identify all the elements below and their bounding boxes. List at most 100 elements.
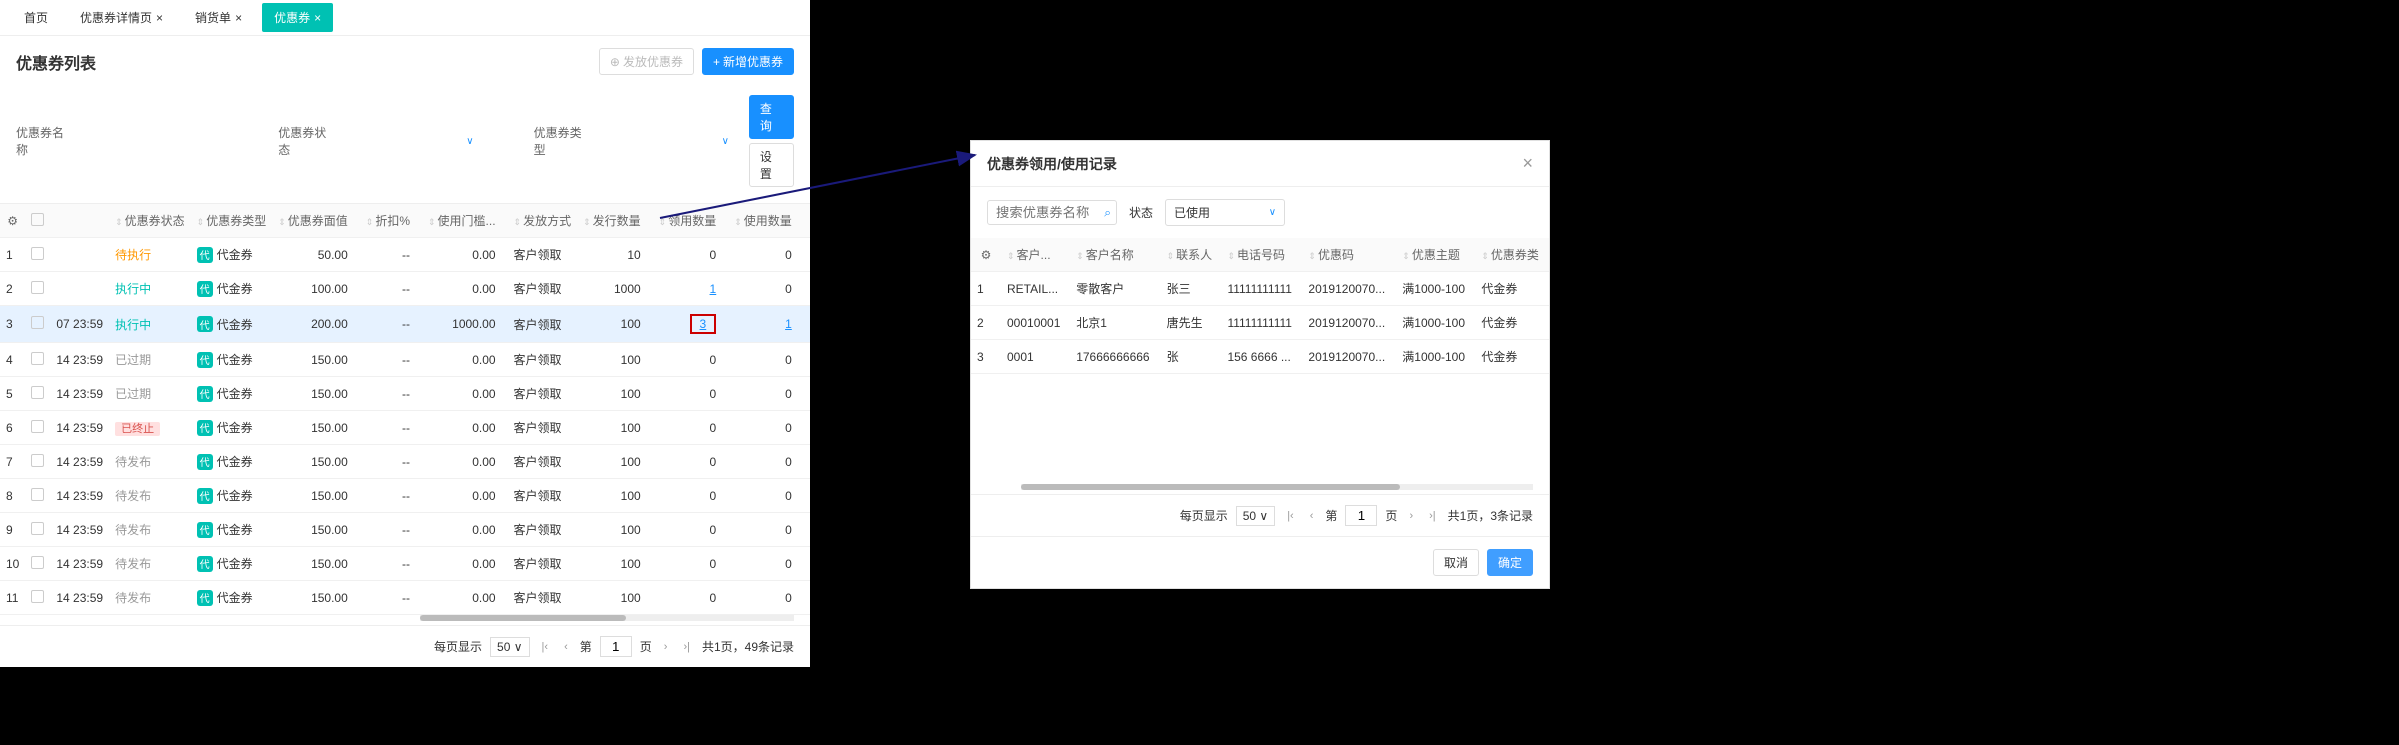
- type-cell: 代代金券: [191, 445, 273, 479]
- filter-type-select[interactable]: [596, 130, 716, 153]
- time-cell: 14 23:59: [50, 547, 109, 581]
- col-face[interactable]: 优惠券面值: [288, 214, 348, 228]
- row-checkbox[interactable]: [31, 590, 44, 603]
- add-coupon-button[interactable]: + 新增优惠券: [702, 48, 794, 75]
- table-row[interactable]: 200010001北京1唐先生111111111112019120070...满…: [971, 306, 1549, 340]
- time-cell: 14 23:59: [50, 445, 109, 479]
- table-row[interactable]: 614 23:59已终止代代金券150.00--0.00客户领取10000↗⊞: [0, 411, 810, 445]
- col-discount[interactable]: 折扣%: [375, 214, 410, 228]
- table-row[interactable]: 1114 23:59待发布代代金券150.00--0.00客户领取10000↗⊞: [0, 581, 810, 615]
- row-checkbox[interactable]: [31, 522, 44, 535]
- col-type[interactable]: 优惠券类型: [206, 214, 266, 228]
- face-cell: 150.00: [272, 377, 360, 411]
- row-checkbox[interactable]: [31, 281, 44, 294]
- table-row[interactable]: 514 23:59已过期代代金券150.00--0.00客户领取10000↗⊞: [0, 377, 810, 411]
- tab[interactable]: 销货单×: [183, 3, 254, 32]
- close-icon[interactable]: ×: [1522, 153, 1533, 174]
- tab[interactable]: 优惠券×: [262, 3, 333, 32]
- distribute-button[interactable]: ⊕ 发放优惠券: [599, 48, 694, 75]
- table-row[interactable]: 2执行中代代金券100.00--0.00客户领取100010↗⊞: [0, 272, 810, 306]
- select-all-checkbox[interactable]: [31, 213, 44, 226]
- use-link[interactable]: 1: [785, 317, 792, 331]
- row-checkbox[interactable]: [31, 420, 44, 433]
- modal-title: 优惠券领用/使用记录: [987, 154, 1117, 174]
- close-icon[interactable]: ×: [235, 11, 242, 25]
- col-cust-name[interactable]: 客户名称: [1086, 248, 1134, 262]
- col-coupon-code[interactable]: 优惠码: [1318, 248, 1354, 262]
- threshold-cell: 0.00: [422, 272, 508, 306]
- table-row[interactable]: 307 23:59执行中代代金券200.00--1000.00客户领取10031…: [0, 306, 810, 343]
- close-icon[interactable]: ×: [156, 11, 163, 25]
- first-page-button[interactable]: |‹: [1283, 510, 1298, 522]
- per-page-select[interactable]: 50 ∨: [490, 637, 530, 657]
- h-scrollbar[interactable]: [1021, 484, 1533, 490]
- gear-icon[interactable]: ⚙: [7, 214, 18, 228]
- search-icon[interactable]: ⌕: [1104, 205, 1111, 220]
- row-checkbox[interactable]: [31, 352, 44, 365]
- row-index: 2: [0, 272, 25, 306]
- table-row[interactable]: 814 23:59待发布代代金券150.00--0.00客户领取10000↗⊞: [0, 479, 810, 513]
- row-checkbox[interactable]: [31, 454, 44, 467]
- h-scrollbar[interactable]: [420, 615, 794, 621]
- type-cell: 代代金券: [191, 411, 273, 445]
- tab[interactable]: 首页: [12, 3, 60, 32]
- table-row[interactable]: 1014 23:59待发布代代金券150.00--0.00客户领取10000↗⊞: [0, 547, 810, 581]
- search-input[interactable]: [987, 200, 1117, 225]
- method-cell: 客户领取: [508, 411, 578, 445]
- claim-link[interactable]: 3: [700, 317, 707, 331]
- cell-topic: 满1000-100: [1396, 272, 1475, 306]
- page-input[interactable]: [1345, 505, 1377, 526]
- close-icon[interactable]: ×: [314, 11, 321, 25]
- gear-icon[interactable]: ⚙: [981, 248, 992, 262]
- col-status[interactable]: 优惠券状态: [125, 214, 185, 228]
- col-claim[interactable]: 领用数量: [668, 214, 716, 228]
- discount-cell: --: [360, 547, 422, 581]
- table-row[interactable]: 1RETAIL...零散客户张三111111111112019120070...…: [971, 272, 1549, 306]
- claim-link[interactable]: 1: [710, 282, 717, 296]
- state-label: 状态: [1129, 204, 1153, 221]
- prev-page-button[interactable]: ‹: [1306, 510, 1318, 522]
- last-page-button[interactable]: ›|: [1425, 510, 1440, 522]
- use-cell: 1: [728, 306, 804, 343]
- filter-name-input[interactable]: [78, 130, 198, 153]
- state-select[interactable]: 已使用 ∨: [1165, 199, 1285, 226]
- next-page-button[interactable]: ›: [1405, 510, 1417, 522]
- col-phone[interactable]: 电话号码: [1237, 248, 1285, 262]
- use-cell: 0: [728, 513, 804, 547]
- page-input[interactable]: [600, 636, 632, 657]
- time-cell: 14 23:59: [50, 343, 109, 377]
- settings-button[interactable]: 设置: [749, 143, 794, 187]
- row-checkbox[interactable]: [31, 247, 44, 260]
- next-page-button[interactable]: ›: [660, 641, 672, 653]
- table-row[interactable]: 414 23:59已过期代代金券150.00--0.00客户领取10000↗⊞: [0, 343, 810, 377]
- last-page-button[interactable]: ›|: [679, 641, 694, 653]
- cancel-button[interactable]: 取消: [1433, 549, 1479, 576]
- table-row[interactable]: 3000117666666666张156 6666 ...2019120070.…: [971, 340, 1549, 374]
- col-coupon-topic[interactable]: 优惠主题: [1412, 248, 1460, 262]
- per-page-select[interactable]: 50 ∨: [1236, 506, 1276, 526]
- row-checkbox[interactable]: [31, 386, 44, 399]
- first-page-button[interactable]: |‹: [538, 641, 553, 653]
- table-row[interactable]: 714 23:59待发布代代金券150.00--0.00客户领取10000↗⊞: [0, 445, 810, 479]
- time-cell: 14 23:59: [50, 479, 109, 513]
- method-cell: 客户领取: [508, 513, 578, 547]
- col-contact[interactable]: 联系人: [1176, 248, 1212, 262]
- query-button[interactable]: 查询: [749, 95, 794, 139]
- type-cell: 代代金券: [191, 272, 273, 306]
- filter-status-select[interactable]: [340, 130, 460, 153]
- row-checkbox[interactable]: [31, 556, 44, 569]
- row-checkbox[interactable]: [31, 488, 44, 501]
- col-issue[interactable]: 发行数量: [593, 214, 641, 228]
- col-threshold[interactable]: 使用门槛...: [438, 214, 496, 228]
- table-row[interactable]: 914 23:59待发布代代金券150.00--0.00客户领取10000↗⊞: [0, 513, 810, 547]
- col-cust-code[interactable]: 客户...: [1017, 248, 1051, 262]
- prev-page-button[interactable]: ‹: [560, 641, 572, 653]
- col-method[interactable]: 发放方式: [523, 214, 571, 228]
- row-checkbox[interactable]: [31, 316, 44, 329]
- confirm-button[interactable]: 确定: [1487, 549, 1533, 576]
- tab[interactable]: 优惠券详情页×: [68, 3, 175, 32]
- cell-type: 代金券: [1475, 306, 1549, 340]
- col-coupon-type[interactable]: 优惠券类: [1491, 248, 1539, 262]
- table-row[interactable]: 1待执行代代金券50.00--0.00客户领取1000↗⊞: [0, 238, 810, 272]
- col-use[interactable]: 使用数量: [744, 214, 792, 228]
